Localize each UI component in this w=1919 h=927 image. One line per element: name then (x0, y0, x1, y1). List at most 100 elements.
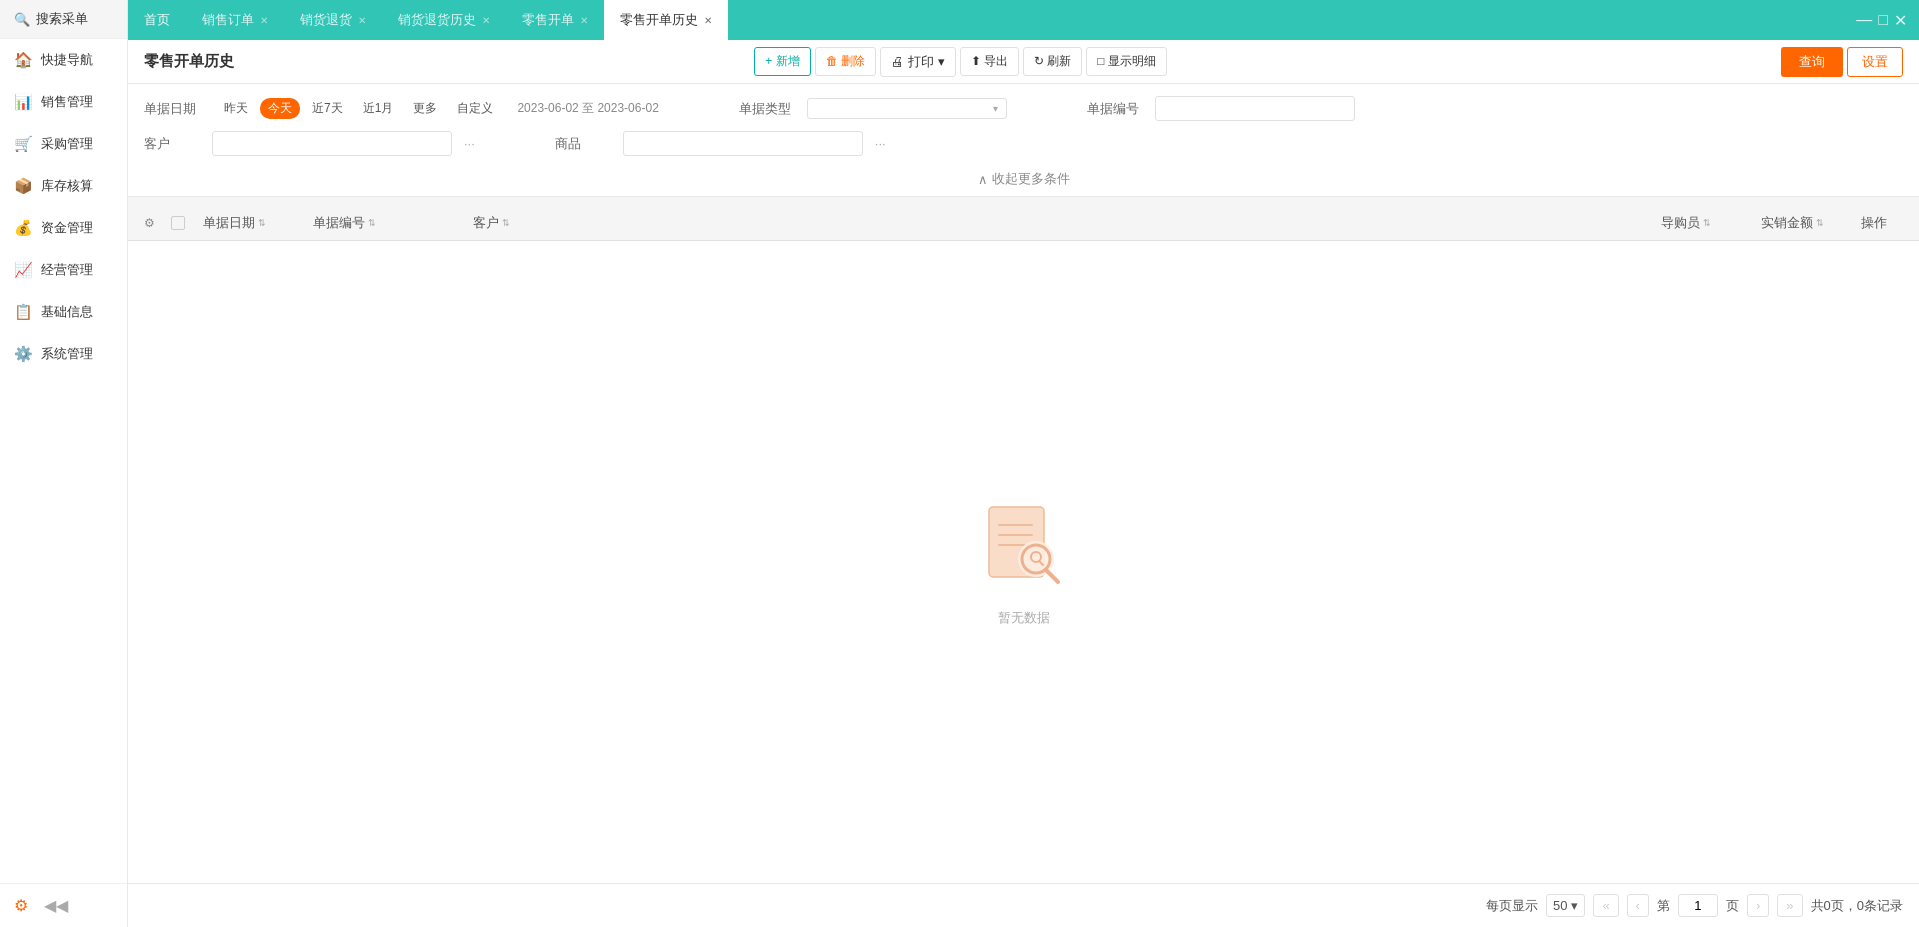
sidebar-search[interactable]: 🔍 搜索采单 (0, 0, 127, 39)
inventory-icon: 📦 (14, 177, 33, 195)
goods-dots[interactable]: ··· (875, 136, 886, 151)
settings-gear-icon[interactable]: ⚙ (14, 896, 28, 915)
tab-sales-order-label: 销售订单 (202, 11, 254, 29)
collapse-label: 收起更多条件 (992, 170, 1070, 188)
sidebar-item-quick-nav[interactable]: 🏠 快捷导航 (0, 39, 127, 81)
tab-retail-open[interactable]: 零售开单 ✕ (506, 0, 604, 40)
th-checkbox[interactable] (163, 216, 193, 230)
th-date-sort: ⇅ (258, 218, 266, 228)
prev-page-button[interactable]: ‹ (1627, 894, 1649, 917)
tab-sales-return-label: 销货退货 (300, 11, 352, 29)
sidebar: 🔍 搜索采单 🏠 快捷导航 📊 销售管理 🛒 采购管理 📦 库存核算 💰 资金管… (0, 0, 128, 927)
tab-sales-order[interactable]: 销售订单 ✕ (186, 0, 284, 40)
type-select[interactable]: ▾ (807, 98, 1007, 119)
orderno-input[interactable] (1155, 96, 1355, 121)
th-orderno[interactable]: 单据编号 ⇅ (303, 214, 463, 232)
print-button[interactable]: 🖨 打印 ▾ (880, 47, 956, 77)
last-page-button[interactable]: » (1777, 894, 1802, 917)
delete-button[interactable]: 🗑 删除 (815, 47, 876, 76)
yesterday-btn[interactable]: 昨天 (216, 98, 256, 119)
month1-btn[interactable]: 近1月 (355, 98, 402, 119)
date-range-text: 2023-06-02 至 2023-06-02 (517, 100, 658, 117)
orderno-filter-label: 单据编号 (1087, 100, 1147, 118)
tab-retail-open-label: 零售开单 (522, 11, 574, 29)
custom-btn[interactable]: 自定义 (449, 98, 501, 119)
maximize-button[interactable]: □ (1878, 11, 1888, 29)
first-page-button[interactable]: « (1593, 894, 1618, 917)
print-label: 🖨 打印 (891, 53, 934, 71)
th-action-label: 操作 (1861, 214, 1887, 232)
sidebar-search-label: 搜索采单 (36, 10, 88, 28)
page-suffix: 页 (1726, 897, 1739, 915)
sidebar-collapse-icon[interactable]: ◀◀ (44, 896, 68, 915)
th-amount[interactable]: 实销金额 ⇅ (1751, 214, 1851, 232)
export-button[interactable]: ⬆ 导出 (960, 47, 1019, 76)
system-icon: ⚙️ (14, 345, 33, 363)
tab-sales-return[interactable]: 销货退货 ✕ (284, 0, 382, 40)
more-btn[interactable]: 更多 (405, 98, 445, 119)
goods-filter-col: 商品 ··· (555, 131, 886, 156)
setting-button[interactable]: 设置 (1847, 47, 1903, 77)
table-area: ⚙ 单据日期 ⇅ 单据编号 ⇅ 客户 ⇅ 导购员 ⇅ 实销金额 ⇅ (128, 205, 1919, 883)
pagination: 每页显示 50 ▾ « ‹ 第 页 › » 共0页，0条记录 (128, 883, 1919, 927)
sidebar-item-finance[interactable]: 💰 资金管理 (0, 207, 127, 249)
th-date[interactable]: 单据日期 ⇅ (193, 214, 303, 232)
page-input[interactable] (1678, 894, 1718, 917)
tab-sales-return-history[interactable]: 销货退货历史 ✕ (382, 0, 506, 40)
th-customer[interactable]: 客户 ⇅ (463, 214, 1651, 232)
th-amount-sort: ⇅ (1816, 218, 1824, 228)
goods-filter-label: 商品 (555, 135, 615, 153)
minimize-button[interactable]: — (1856, 11, 1872, 29)
purchase-icon: 🛒 (14, 135, 33, 153)
sidebar-item-operations[interactable]: 📈 经营管理 (0, 249, 127, 291)
sidebar-item-basic-info[interactable]: 📋 基础信息 (0, 291, 127, 333)
th-settings[interactable]: ⚙ (136, 216, 163, 230)
sidebar-item-sales[interactable]: 📊 销售管理 (0, 81, 127, 123)
customer-dots[interactable]: ··· (464, 136, 475, 151)
sidebar-item-system[interactable]: ⚙️ 系统管理 (0, 333, 127, 375)
per-page-select[interactable]: 50 ▾ (1546, 894, 1585, 917)
tab-retail-open-close[interactable]: ✕ (580, 15, 588, 26)
tab-sales-return-close[interactable]: ✕ (358, 15, 366, 26)
query-button[interactable]: 查询 (1781, 47, 1843, 77)
th-guide-label: 导购员 (1661, 214, 1700, 232)
add-button[interactable]: + 新增 (754, 47, 810, 76)
goods-input[interactable] (623, 131, 863, 156)
search-icon: 🔍 (14, 12, 30, 27)
refresh-button[interactable]: ↻ 刷新 (1023, 47, 1082, 76)
sidebar-item-label: 快捷导航 (41, 51, 93, 69)
tab-sales-order-close[interactable]: ✕ (260, 15, 268, 26)
date-buttons: 昨天 今天 近7天 近1月 更多 自定义 (216, 98, 501, 119)
tab-sales-return-history-label: 销货退货历史 (398, 11, 476, 29)
customer-input[interactable] (212, 131, 452, 156)
sidebar-item-label: 库存核算 (41, 177, 93, 195)
tab-retail-history[interactable]: 零售开单历史 ✕ (604, 0, 728, 40)
header-checkbox[interactable] (171, 216, 185, 230)
filter-row-2: 客户 ··· 商品 ··· (144, 131, 1903, 156)
tab-home[interactable]: 首页 (128, 0, 186, 40)
orderno-filter-col: 单据编号 (1087, 96, 1355, 121)
tab-home-label: 首页 (144, 11, 170, 29)
collapse-icon: ∧ (978, 172, 988, 187)
tab-retail-history-close[interactable]: ✕ (704, 15, 712, 26)
sidebar-item-inventory[interactable]: 📦 库存核算 (0, 165, 127, 207)
customer-filter-col: 客户 ··· (144, 131, 475, 156)
table-header: ⚙ 单据日期 ⇅ 单据编号 ⇅ 客户 ⇅ 导购员 ⇅ 实销金额 ⇅ (128, 205, 1919, 241)
empty-text: 暂无数据 (998, 609, 1050, 627)
per-page-arrow: ▾ (1571, 898, 1578, 913)
th-orderno-label: 单据编号 (313, 214, 365, 232)
pagination-summary: 共0页，0条记录 (1811, 897, 1903, 915)
next-page-button[interactable]: › (1747, 894, 1769, 917)
today-btn[interactable]: 今天 (260, 98, 300, 119)
sidebar-item-purchase[interactable]: 🛒 采购管理 (0, 123, 127, 165)
close-button[interactable]: ✕ (1894, 11, 1907, 30)
per-page-value: 50 (1553, 898, 1567, 913)
show-detail-button[interactable]: □ 显示明细 (1086, 47, 1167, 76)
collapse-row[interactable]: ∧ 收起更多条件 (144, 166, 1903, 196)
sidebar-bottom: ⚙ ◀◀ (0, 883, 127, 927)
tab-sales-return-history-close[interactable]: ✕ (482, 15, 490, 26)
sidebar-item-label: 经营管理 (41, 261, 93, 279)
sales-icon: 📊 (14, 93, 33, 111)
week7-btn[interactable]: 近7天 (304, 98, 351, 119)
th-guide[interactable]: 导购员 ⇅ (1651, 214, 1751, 232)
